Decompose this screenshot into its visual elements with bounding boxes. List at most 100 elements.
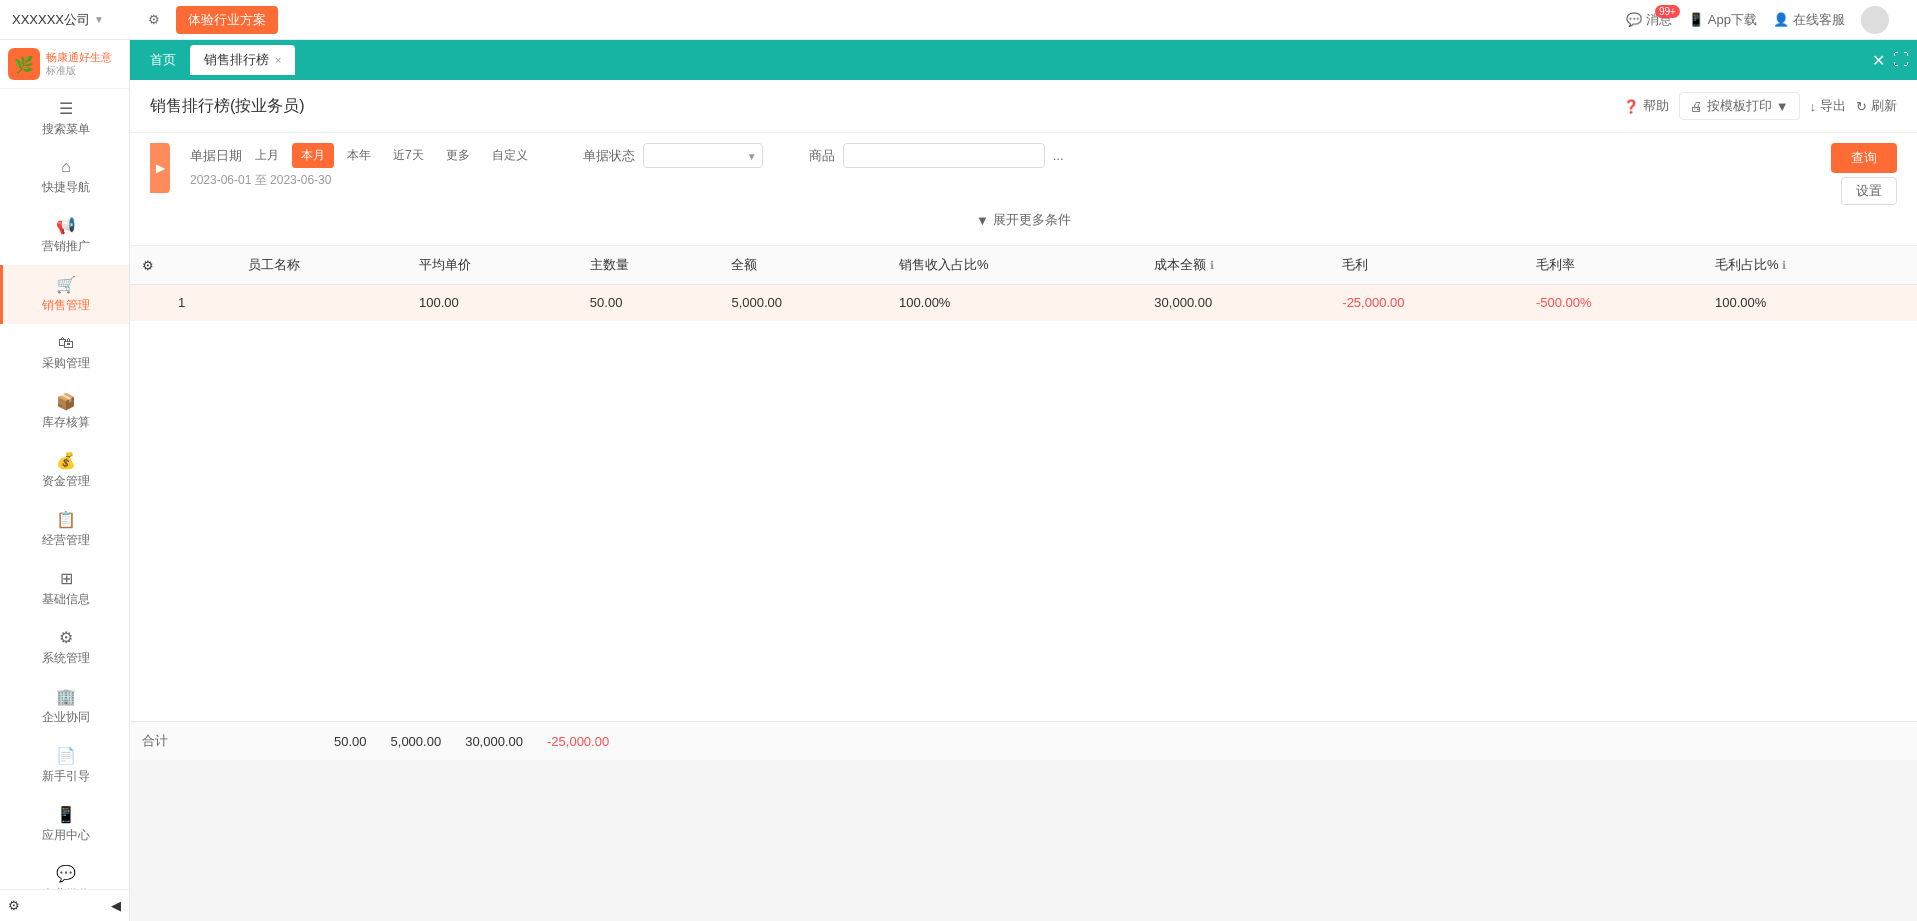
print-button[interactable]: 🖨 按模板打印 ▼ bbox=[1679, 92, 1800, 120]
th-avg-price: 平均单价 bbox=[407, 246, 578, 285]
marketing-icon: 📢 bbox=[56, 216, 76, 235]
refresh-icon: ↻ bbox=[1856, 99, 1867, 114]
sidebar-collapse-icon[interactable]: ◀ bbox=[111, 898, 121, 913]
sidebar-label-enterprise: 企业协同 bbox=[42, 709, 90, 726]
status-select[interactable] bbox=[643, 143, 763, 168]
more-filter-icon[interactable]: ... bbox=[1053, 148, 1064, 163]
th-sales-pct: 销售收入占比% bbox=[887, 246, 1142, 285]
cell-sales-pct: 100.00% bbox=[887, 285, 1142, 321]
gross-pct-info-icon[interactable]: ℹ bbox=[1782, 259, 1786, 271]
th-gross-rate: 毛利率 bbox=[1524, 246, 1703, 285]
th-settings[interactable]: ⚙ bbox=[130, 246, 166, 285]
sidebar-label-guide: 新手引导 bbox=[42, 768, 90, 785]
tab-close-icon[interactable]: × bbox=[275, 54, 281, 66]
footer-cost: 30,000.00 bbox=[453, 734, 535, 749]
footer-qty: 50.00 bbox=[322, 734, 379, 749]
data-table: ⚙ 员工名称 平均单价 主数量 全额 销售收入占比% 成本全额 ℹ 毛利 毛利率… bbox=[130, 246, 1917, 321]
service-icon: 👤 bbox=[1773, 12, 1789, 27]
help-button[interactable]: ❓ 帮助 bbox=[1623, 97, 1669, 115]
print-icon: 🖨 bbox=[1690, 99, 1703, 114]
cell-cost: 30,000.00 bbox=[1142, 285, 1330, 321]
company-name: XXXXXX公司 bbox=[12, 11, 90, 29]
collapse-button[interactable]: ▶ bbox=[150, 143, 170, 193]
sidebar-item-search[interactable]: ☰ 搜索菜单 bbox=[0, 89, 129, 148]
filter-this-month[interactable]: 本月 bbox=[292, 143, 334, 168]
footer-amount: 5,000.00 bbox=[379, 734, 454, 749]
message-icon: 💬 bbox=[1626, 12, 1642, 27]
tab-bar-close-icon[interactable]: ✕ bbox=[1872, 51, 1885, 70]
sidebar-label-basic: 基础信息 bbox=[42, 591, 90, 608]
tab-bar-restore-icon[interactable]: ⛶ bbox=[1893, 51, 1909, 70]
sidebar-item-purchase[interactable]: 🛍 采购管理 bbox=[0, 324, 129, 382]
sidebar-item-quick[interactable]: ⌂ 快捷导航 bbox=[0, 148, 129, 206]
goods-input[interactable] bbox=[843, 143, 1045, 168]
query-button[interactable]: 查询 bbox=[1831, 143, 1897, 173]
sidebar-item-guide[interactable]: 📄 新手引导 bbox=[0, 736, 129, 795]
sidebar-label-sales: 销售管理 bbox=[42, 297, 90, 314]
table-row: 1 100.00 50.00 5,000.00 100.00% 30,000.0… bbox=[130, 285, 1917, 321]
th-rank bbox=[166, 246, 236, 285]
date-filter-label: 单据日期 bbox=[190, 147, 242, 165]
filter-more[interactable]: 更多 bbox=[437, 143, 479, 168]
message-button[interactable]: 💬 消息 99+ bbox=[1626, 11, 1672, 29]
inventory-icon: 📦 bbox=[56, 392, 76, 411]
table-footer: 合计 50.00 5,000.00 30,000.00 -25,000.00 bbox=[130, 721, 1917, 760]
refresh-label: 刷新 bbox=[1871, 97, 1897, 115]
cell-gross-pct: 100.00% bbox=[1703, 285, 1917, 321]
cell-amount: 5,000.00 bbox=[719, 285, 887, 321]
export-button[interactable]: ↓ 导出 bbox=[1810, 97, 1847, 115]
filter-settings-button[interactable]: 设置 bbox=[1841, 177, 1897, 205]
tab-home[interactable]: 首页 bbox=[138, 43, 188, 77]
apps-icon: 📱 bbox=[56, 805, 76, 824]
finance-icon: 💰 bbox=[56, 451, 76, 470]
avatar[interactable] bbox=[1861, 6, 1889, 34]
message-badge: 99+ bbox=[1655, 5, 1680, 18]
expand-more-button[interactable]: ▼ 展开更多条件 bbox=[976, 211, 1071, 229]
trial-button[interactable]: 体验行业方案 bbox=[176, 6, 278, 34]
basic-icon: ⊞ bbox=[60, 569, 73, 588]
sidebar-item-marketing[interactable]: 📢 营销推广 bbox=[0, 206, 129, 265]
help-icon: ❓ bbox=[1623, 99, 1639, 114]
settings-icon[interactable]: ⚙ bbox=[140, 6, 168, 34]
sidebar-label-purchase: 采购管理 bbox=[42, 355, 90, 372]
th-cost: 成本全额 ℹ bbox=[1142, 246, 1330, 285]
refresh-button[interactable]: ↻ 刷新 bbox=[1856, 97, 1897, 115]
logo-area: 🌿 畅康通好生意 标准版 bbox=[0, 40, 129, 89]
search-menu-icon: ☰ bbox=[59, 99, 73, 118]
cost-info-icon[interactable]: ℹ bbox=[1210, 259, 1214, 271]
status-filter-label: 单据状态 bbox=[583, 147, 635, 165]
guide-icon: 📄 bbox=[56, 746, 76, 765]
filter-7days[interactable]: 近7天 bbox=[384, 143, 433, 168]
sidebar-item-sales[interactable]: 🛒 销售管理 bbox=[0, 265, 129, 324]
sidebar-item-enterprise[interactable]: 🏢 企业协同 bbox=[0, 677, 129, 736]
sidebar-item-wechat[interactable]: 💬 企业微信 bbox=[0, 854, 129, 889]
enterprise-icon: 🏢 bbox=[56, 687, 76, 706]
filter-custom[interactable]: 自定义 bbox=[483, 143, 537, 168]
sidebar-item-system[interactable]: ⚙ 系统管理 bbox=[0, 618, 129, 677]
date-range-display: 2023-06-01 至 2023-06-30 bbox=[190, 172, 537, 189]
operation-icon: 📋 bbox=[56, 510, 76, 529]
th-amount: 全额 bbox=[719, 246, 887, 285]
tab-label: 销售排行榜 bbox=[204, 51, 269, 69]
sidebar-settings-icon[interactable]: ⚙ bbox=[8, 898, 20, 913]
company-dropdown-icon: ▼ bbox=[94, 14, 104, 25]
system-icon: ⚙ bbox=[59, 628, 73, 647]
footer-label: 合计 bbox=[142, 732, 322, 750]
app-download-button[interactable]: 📱 App下载 bbox=[1688, 11, 1757, 29]
sidebar-item-apps[interactable]: 📱 应用中心 bbox=[0, 795, 129, 854]
sidebar-item-basic[interactable]: ⊞ 基础信息 bbox=[0, 559, 129, 618]
sidebar-label-inventory: 库存核算 bbox=[42, 414, 90, 431]
cell-gross-rate: -500.00% bbox=[1524, 285, 1703, 321]
filter-this-year[interactable]: 本年 bbox=[338, 143, 380, 168]
th-gross-pct: 毛利占比% ℹ bbox=[1703, 246, 1917, 285]
online-service-button[interactable]: 👤 在线客服 bbox=[1773, 11, 1845, 29]
sidebar-label-search: 搜索菜单 bbox=[42, 121, 90, 138]
tab-sales-ranking[interactable]: 销售排行榜 × bbox=[190, 45, 295, 75]
sidebar-label-finance: 资金管理 bbox=[42, 473, 90, 490]
sidebar-item-operation[interactable]: 📋 经营管理 bbox=[0, 500, 129, 559]
company-selector[interactable]: XXXXXX公司 ▼ bbox=[12, 11, 132, 29]
filter-last-month[interactable]: 上月 bbox=[246, 143, 288, 168]
sidebar-item-inventory[interactable]: 📦 库存核算 bbox=[0, 382, 129, 441]
th-gross: 毛利 bbox=[1330, 246, 1524, 285]
sidebar-item-finance[interactable]: 💰 资金管理 bbox=[0, 441, 129, 500]
